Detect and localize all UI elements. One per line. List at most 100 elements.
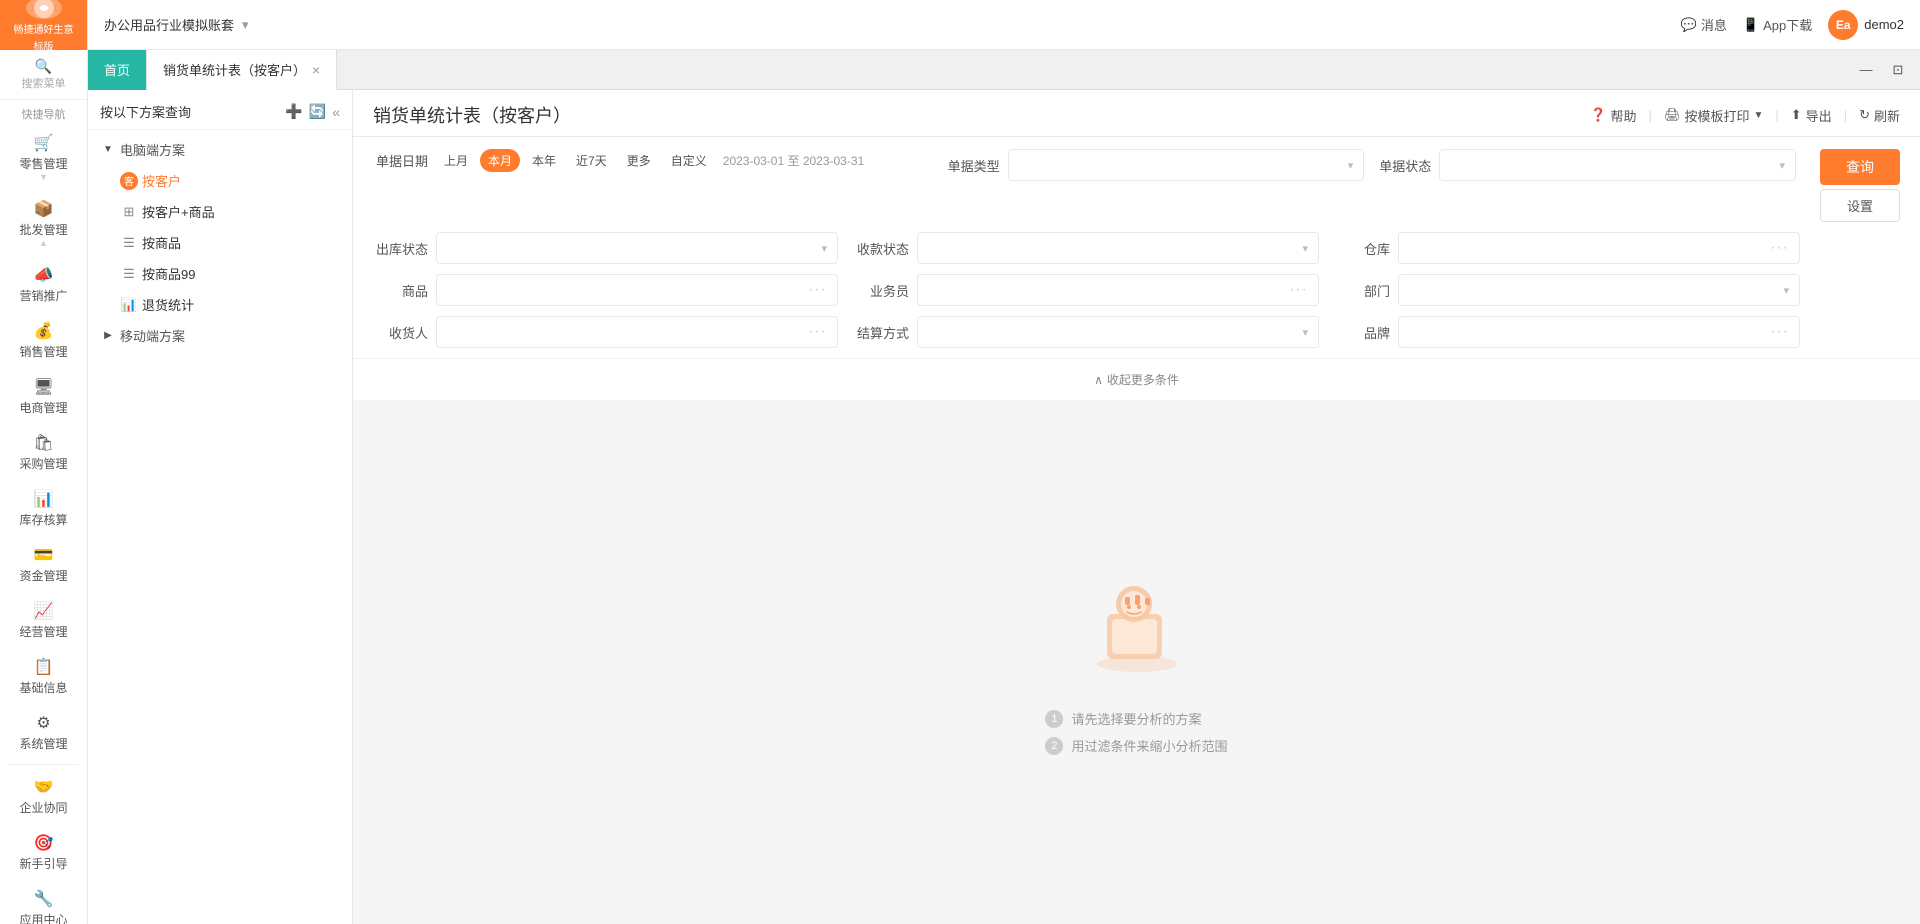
finance-icon: 💳 xyxy=(34,545,54,565)
department-arrow: ▾ xyxy=(1783,284,1789,297)
app-download-btn[interactable]: 📱 App下载 xyxy=(1743,15,1812,34)
sidebar: 畅捷通好生意 标版 🔍 搜索菜单 快捷导航 🛒 零售管理 ▼ 📦 批发管理 ▲ … xyxy=(0,0,88,924)
top-header: 办公用品行业模拟账套 ▾ 💬 消息 📱 App下载 Ea demo2 xyxy=(88,0,1920,50)
date-tab-this-month[interactable]: 本月 xyxy=(480,149,520,172)
app-center-icon: 🔧 xyxy=(34,889,54,909)
brand-label: 品牌 xyxy=(1335,323,1390,342)
add-scheme-btn[interactable]: ➕ xyxy=(285,103,302,120)
content-area: 按以下方案查询 ➕ 🔄 « ▼ 电脑端方案 客 按客户 ⊞ 按客户+商品 xyxy=(88,90,1920,924)
collapse-filter-btn[interactable]: ∧ 收起更多条件 xyxy=(1094,365,1179,394)
empty-tip-1: 1 请先选择要分析的方案 xyxy=(1045,709,1227,728)
sidebar-item-marketing[interactable]: 📣 营销推广 xyxy=(4,257,83,312)
sidebar-item-retail[interactable]: 🛒 零售管理 ▼ xyxy=(4,125,83,190)
refresh-icon: ↻ xyxy=(1859,107,1870,123)
page-header: 销货单统计表（按客户） ❓ 帮助 | 🖨 按模板打印 ▼ | ⬆ xyxy=(353,90,1920,137)
date-tab-last7[interactable]: 近7天 xyxy=(568,149,615,172)
department-label: 部门 xyxy=(1335,281,1390,300)
brand-field[interactable]: ··· xyxy=(1398,316,1800,348)
tab-restore-btn[interactable]: ⊡ xyxy=(1884,56,1912,84)
retail-icon: 🛒 xyxy=(34,133,54,153)
operation-icon: 📈 xyxy=(34,601,54,621)
sidebar-item-sales[interactable]: 💰 销售管理 xyxy=(4,313,83,368)
sidebar-item-finance[interactable]: 💳 资金管理 xyxy=(4,537,83,592)
breadcrumb-dropdown[interactable]: ▾ xyxy=(242,17,249,33)
tree-item-by-customer[interactable]: 客 按客户 xyxy=(88,165,352,196)
out-status-select[interactable]: ▾ xyxy=(436,232,838,264)
mobile-arrow[interactable]: ▶ xyxy=(100,328,116,344)
message-btn[interactable]: 💬 消息 xyxy=(1681,15,1727,34)
sidebar-item-basic[interactable]: 📋 基础信息 xyxy=(4,649,83,704)
help-btn[interactable]: ❓ 帮助 xyxy=(1590,106,1636,125)
doc-status-select[interactable]: ▾ xyxy=(1439,149,1796,181)
sidebar-item-app-center[interactable]: 🔧 应用中心 xyxy=(4,881,83,924)
collapse-panel-btn[interactable]: « xyxy=(332,104,340,120)
section-arrow[interactable]: ▼ xyxy=(100,142,116,158)
nav-label: 快捷导航 xyxy=(0,100,87,124)
main-area: 办公用品行业模拟账套 ▾ 💬 消息 📱 App下载 Ea demo2 首页 销货… xyxy=(88,0,1920,924)
tab-minimize-btn[interactable]: — xyxy=(1852,56,1880,84)
receipt-status-select[interactable]: ▾ xyxy=(917,232,1319,264)
tree-item-by-goods[interactable]: ☰ 按商品 xyxy=(88,227,352,258)
sidebar-item-wholesale[interactable]: 📦 批发管理 ▲ xyxy=(4,191,83,256)
active-dot: 客 xyxy=(120,172,138,190)
tree-item-refund-stats[interactable]: 📊 退货统计 xyxy=(88,289,352,320)
receiver-label: 收货人 xyxy=(373,323,428,342)
app-logo[interactable]: 畅捷通好生意 标版 xyxy=(0,0,87,50)
tab-sales-stats[interactable]: 销货单统计表（按客户） × xyxy=(147,50,337,90)
export-btn[interactable]: ⬆ 导出 xyxy=(1791,106,1832,125)
ecommerce-icon: 🖥 xyxy=(33,377,53,397)
tab-sales-stats-label: 销货单统计表（按客户） xyxy=(163,60,306,79)
user-menu[interactable]: Ea demo2 xyxy=(1828,10,1904,40)
warehouse-dots: ··· xyxy=(1770,239,1789,257)
date-tab-custom[interactable]: 自定义 xyxy=(663,149,715,172)
tab-home-label: 首页 xyxy=(104,60,130,79)
settlement-arrow: ▾ xyxy=(1302,326,1308,339)
settlement-select[interactable]: ▾ xyxy=(917,316,1319,348)
settlement-label: 结算方式 xyxy=(854,323,909,342)
table-icon: ☰ xyxy=(120,234,138,252)
refresh-btn[interactable]: ↻ 刷新 xyxy=(1859,106,1900,125)
department-select[interactable]: ▾ xyxy=(1398,274,1800,306)
username: demo2 xyxy=(1864,17,1904,32)
sidebar-item-enterprise[interactable]: 🤝 企业协同 xyxy=(4,769,83,824)
doc-type-label: 单据类型 xyxy=(945,156,1000,175)
goods-dots: ··· xyxy=(808,281,827,299)
search-menu[interactable]: 🔍 搜索菜单 xyxy=(0,50,87,100)
page-actions: ❓ 帮助 | 🖨 按模板打印 ▼ | ⬆ 导出 | xyxy=(1590,106,1900,125)
sidebar-item-system[interactable]: ⚙ 系统管理 xyxy=(4,705,83,760)
warehouse-field[interactable]: ··· xyxy=(1398,232,1800,264)
date-tab-more[interactable]: 更多 xyxy=(619,149,659,172)
sidebar-item-purchase[interactable]: 🛍 采购管理 xyxy=(4,425,83,480)
sidebar-item-inventory[interactable]: 📊 库存核算 xyxy=(4,481,83,536)
date-tabs: 上月 本月 本年 近7天 更多 自定义 xyxy=(436,149,715,172)
date-tab-this-year[interactable]: 本年 xyxy=(524,149,564,172)
receiver-field[interactable]: ··· xyxy=(436,316,838,348)
goods-label: 商品 xyxy=(373,281,428,300)
tree-section-mobile: ▶ 移动端方案 xyxy=(88,320,352,351)
doc-status-arrow: ▾ xyxy=(1779,159,1785,172)
sidebar-item-operation[interactable]: 📈 经营管理 xyxy=(4,593,83,648)
header-right: 💬 消息 📱 App下载 Ea demo2 xyxy=(1681,10,1904,40)
refresh-scheme-btn[interactable]: 🔄 xyxy=(309,103,326,120)
goods-field[interactable]: ··· xyxy=(436,274,838,306)
date-tab-prev-month[interactable]: 上月 xyxy=(436,149,476,172)
left-panel-title: 按以下方案查询 xyxy=(100,102,191,121)
tab-close-icon[interactable]: × xyxy=(312,63,320,77)
tree-section-pc: ▼ 电脑端方案 xyxy=(88,134,352,165)
sidebar-item-newbie[interactable]: 🎯 新手引导 xyxy=(4,825,83,880)
message-icon: 💬 xyxy=(1681,17,1697,33)
doc-type-select[interactable]: ▾ xyxy=(1008,149,1365,181)
salesperson-field[interactable]: ··· xyxy=(917,274,1319,306)
tab-home[interactable]: 首页 xyxy=(88,50,147,90)
date-range: 2023-03-01 至 2023-03-31 xyxy=(723,152,864,169)
tree-item-by-customer-goods[interactable]: ⊞ 按客户+商品 xyxy=(88,196,352,227)
tab-actions: — ⊡ xyxy=(1852,56,1920,84)
sidebar-item-ecommerce[interactable]: 🖥 电商管理 xyxy=(4,369,83,424)
tree-item-by-goods99[interactable]: ☰ 按商品99 xyxy=(88,258,352,289)
help-icon: ❓ xyxy=(1590,107,1606,123)
template-print-btn[interactable]: 🖨 按模板打印 ▼ xyxy=(1664,106,1763,125)
settings-button[interactable]: 设置 xyxy=(1820,189,1900,222)
bar-icon: 📊 xyxy=(120,296,138,314)
query-button[interactable]: 查询 xyxy=(1820,149,1900,185)
doc-status-label: 单据状态 xyxy=(1376,156,1431,175)
